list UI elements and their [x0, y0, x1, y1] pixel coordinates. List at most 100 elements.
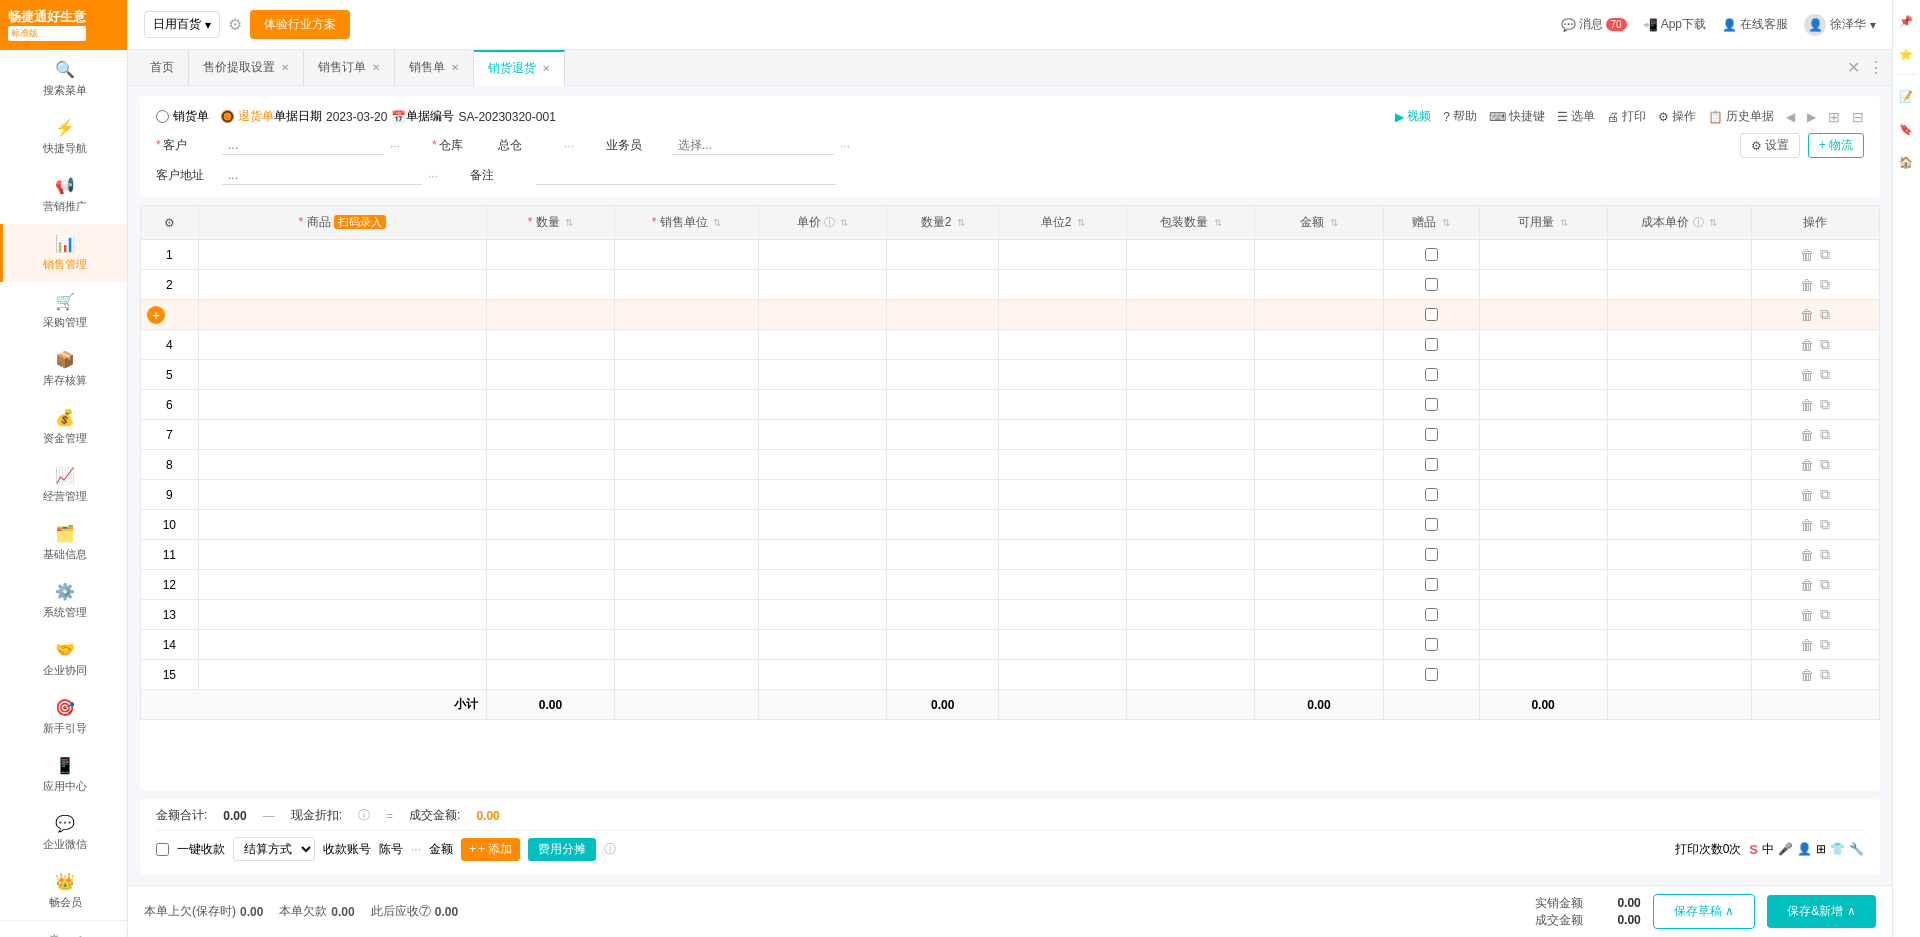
operate-btn[interactable]: ⚙ 操作	[1658, 108, 1696, 125]
row8-copy-icon[interactable]: ⧉	[1820, 456, 1830, 473]
tab-sales-return[interactable]: 销货退货 ✕	[474, 50, 565, 86]
row9-copy-icon[interactable]: ⧉	[1820, 486, 1830, 503]
unit-sort-icon[interactable]: ⇅	[713, 217, 721, 228]
sidebar-item-corpwechat[interactable]: 💬 企业微信	[0, 804, 127, 862]
right-panel-item-3[interactable]: 📝	[1898, 83, 1915, 108]
online-service-btn[interactable]: 👤 在线客服	[1722, 16, 1788, 33]
row1-gift[interactable]	[1383, 240, 1479, 270]
tab-sales-order-close[interactable]: ✕	[372, 62, 380, 73]
row3-product[interactable]	[198, 300, 486, 330]
sidebar-item-marketing[interactable]: 📢 营销推广	[0, 166, 127, 224]
avail-sort-icon[interactable]: ⇅	[1560, 217, 1568, 228]
row15-copy-icon[interactable]: ⧉	[1820, 666, 1830, 683]
row10-delete-icon[interactable]: 🗑	[1800, 517, 1814, 533]
help-btn[interactable]: ? 帮助	[1443, 108, 1477, 125]
user-menu[interactable]: 👤 徐泽华 ▾	[1804, 14, 1876, 36]
settlement-method-select[interactable]: 结算方式	[233, 837, 315, 861]
row3-product-input[interactable]	[205, 308, 480, 322]
row1-price[interactable]	[759, 240, 887, 270]
row1-gift-check[interactable]	[1425, 248, 1438, 261]
row6-gift-check[interactable]	[1425, 398, 1438, 411]
row8-delete-icon[interactable]: 🗑	[1800, 457, 1814, 473]
sidebar-item-appcenter[interactable]: 📱 应用中心	[0, 746, 127, 804]
row11-copy-icon[interactable]: ⧉	[1820, 546, 1830, 563]
industry-dropdown[interactable]: 日用百货 ▾	[144, 11, 220, 38]
row2-pkg[interactable]	[1127, 270, 1255, 300]
salesperson-input[interactable]	[672, 136, 834, 155]
row2-cost[interactable]	[1607, 270, 1751, 300]
row2-unit2[interactable]	[999, 270, 1127, 300]
user-icon2[interactable]: 👤	[1797, 842, 1812, 856]
row2-copy-icon[interactable]: ⧉	[1820, 276, 1830, 293]
row3-pkg[interactable]	[1127, 300, 1255, 330]
pkg-sort-icon[interactable]: ⇅	[1214, 217, 1222, 228]
tab-home[interactable]: 首页	[136, 50, 189, 86]
grid-icon[interactable]: ⊞	[1816, 842, 1826, 856]
history-btn[interactable]: 📋 历史单据	[1708, 108, 1774, 125]
row15-gift-check[interactable]	[1425, 668, 1438, 681]
account-select-icon[interactable]: ···	[411, 842, 421, 856]
sidebar-item-newguide[interactable]: 🎯 新手引导	[0, 688, 127, 746]
row6-delete-icon[interactable]: 🗑	[1800, 397, 1814, 413]
row2-avail[interactable]	[1479, 270, 1607, 300]
price-info-icon[interactable]: ⓘ	[824, 216, 835, 228]
row2-price[interactable]	[759, 270, 887, 300]
row9-delete-icon[interactable]: 🗑	[1800, 487, 1814, 503]
extra-icon[interactable]: 🔧	[1849, 842, 1864, 856]
mic-icon[interactable]: 🎤	[1778, 842, 1793, 856]
row15-delete-icon[interactable]: 🗑	[1800, 667, 1814, 683]
row1-cost[interactable]	[1607, 240, 1751, 270]
row1-pkg[interactable]	[1127, 240, 1255, 270]
row7-copy-icon[interactable]: ⧉	[1820, 426, 1830, 443]
date-value[interactable]: 2023-03-20	[326, 110, 387, 124]
experience-btn[interactable]: 体验行业方案	[250, 10, 350, 39]
tab-price-extract-close[interactable]: ✕	[281, 62, 289, 73]
row4-copy-icon[interactable]: ⧉	[1820, 336, 1830, 353]
row11-gift-check[interactable]	[1425, 548, 1438, 561]
row4-gift-check[interactable]	[1425, 338, 1438, 351]
row8-gift-check[interactable]	[1425, 458, 1438, 471]
one-click-payment-check[interactable]	[156, 843, 169, 856]
tab-sales-close[interactable]: ✕	[451, 62, 459, 73]
tab-price-extract[interactable]: 售价提取设置 ✕	[189, 50, 304, 86]
row12-delete-icon[interactable]: 🗑	[1800, 577, 1814, 593]
settings-icon[interactable]: ⚙	[47, 931, 61, 937]
row3-gift[interactable]	[1383, 300, 1479, 330]
radio-return[interactable]: 退货单	[221, 108, 274, 125]
discount-info-icon[interactable]: ⓘ	[358, 807, 370, 824]
sidebar-item-sales[interactable]: 📊 销售管理	[0, 224, 127, 282]
row1-amount[interactable]	[1255, 240, 1383, 270]
message-btn[interactable]: 💬 消息 70	[1561, 16, 1627, 33]
row4-delete-icon[interactable]: 🗑	[1800, 337, 1814, 353]
row12-copy-icon[interactable]: ⧉	[1820, 576, 1830, 593]
row2-gift-check[interactable]	[1425, 278, 1438, 291]
tab-sales-return-close[interactable]: ✕	[542, 63, 550, 74]
right-panel-item-2[interactable]: ⭐	[1898, 41, 1915, 66]
print-btn[interactable]: 🖨 打印	[1607, 108, 1646, 125]
tab-close-all-icon[interactable]: ✕	[1847, 58, 1860, 77]
row2-unit[interactable]	[614, 270, 758, 300]
row3-copy-icon[interactable]: ⧉	[1820, 306, 1830, 323]
sidebar-item-shortcuts[interactable]: ⚡ 快捷导航	[0, 108, 127, 166]
radio-sale[interactable]: 销货单	[156, 108, 209, 125]
row2-qty2[interactable]	[887, 270, 999, 300]
row13-copy-icon[interactable]: ⧉	[1820, 606, 1830, 623]
row9-gift-check[interactable]	[1425, 488, 1438, 501]
row5-delete-icon[interactable]: 🗑	[1800, 367, 1814, 383]
row10-gift-check[interactable]	[1425, 518, 1438, 531]
split-btn[interactable]: 费用分摊	[528, 838, 596, 861]
row14-delete-icon[interactable]: 🗑	[1800, 637, 1814, 653]
radio-sale-input[interactable]	[156, 110, 169, 123]
row1-unit[interactable]	[614, 240, 758, 270]
row13-delete-icon[interactable]: 🗑	[1800, 607, 1814, 623]
row3-unit[interactable]	[614, 300, 758, 330]
right-panel-item-4[interactable]: 🔖	[1898, 116, 1915, 141]
shirt-icon[interactable]: 👕	[1830, 842, 1845, 856]
add-payment-btn[interactable]: + + 添加	[461, 838, 520, 861]
qty2-sort-icon[interactable]: ⇅	[957, 217, 965, 228]
right-panel-item-5[interactable]: 🏠	[1898, 149, 1915, 174]
row5-gift-check[interactable]	[1425, 368, 1438, 381]
row2-amount[interactable]	[1255, 270, 1383, 300]
collapse-icon[interactable]: ◀	[69, 931, 81, 937]
radio-return-input[interactable]	[221, 110, 234, 123]
